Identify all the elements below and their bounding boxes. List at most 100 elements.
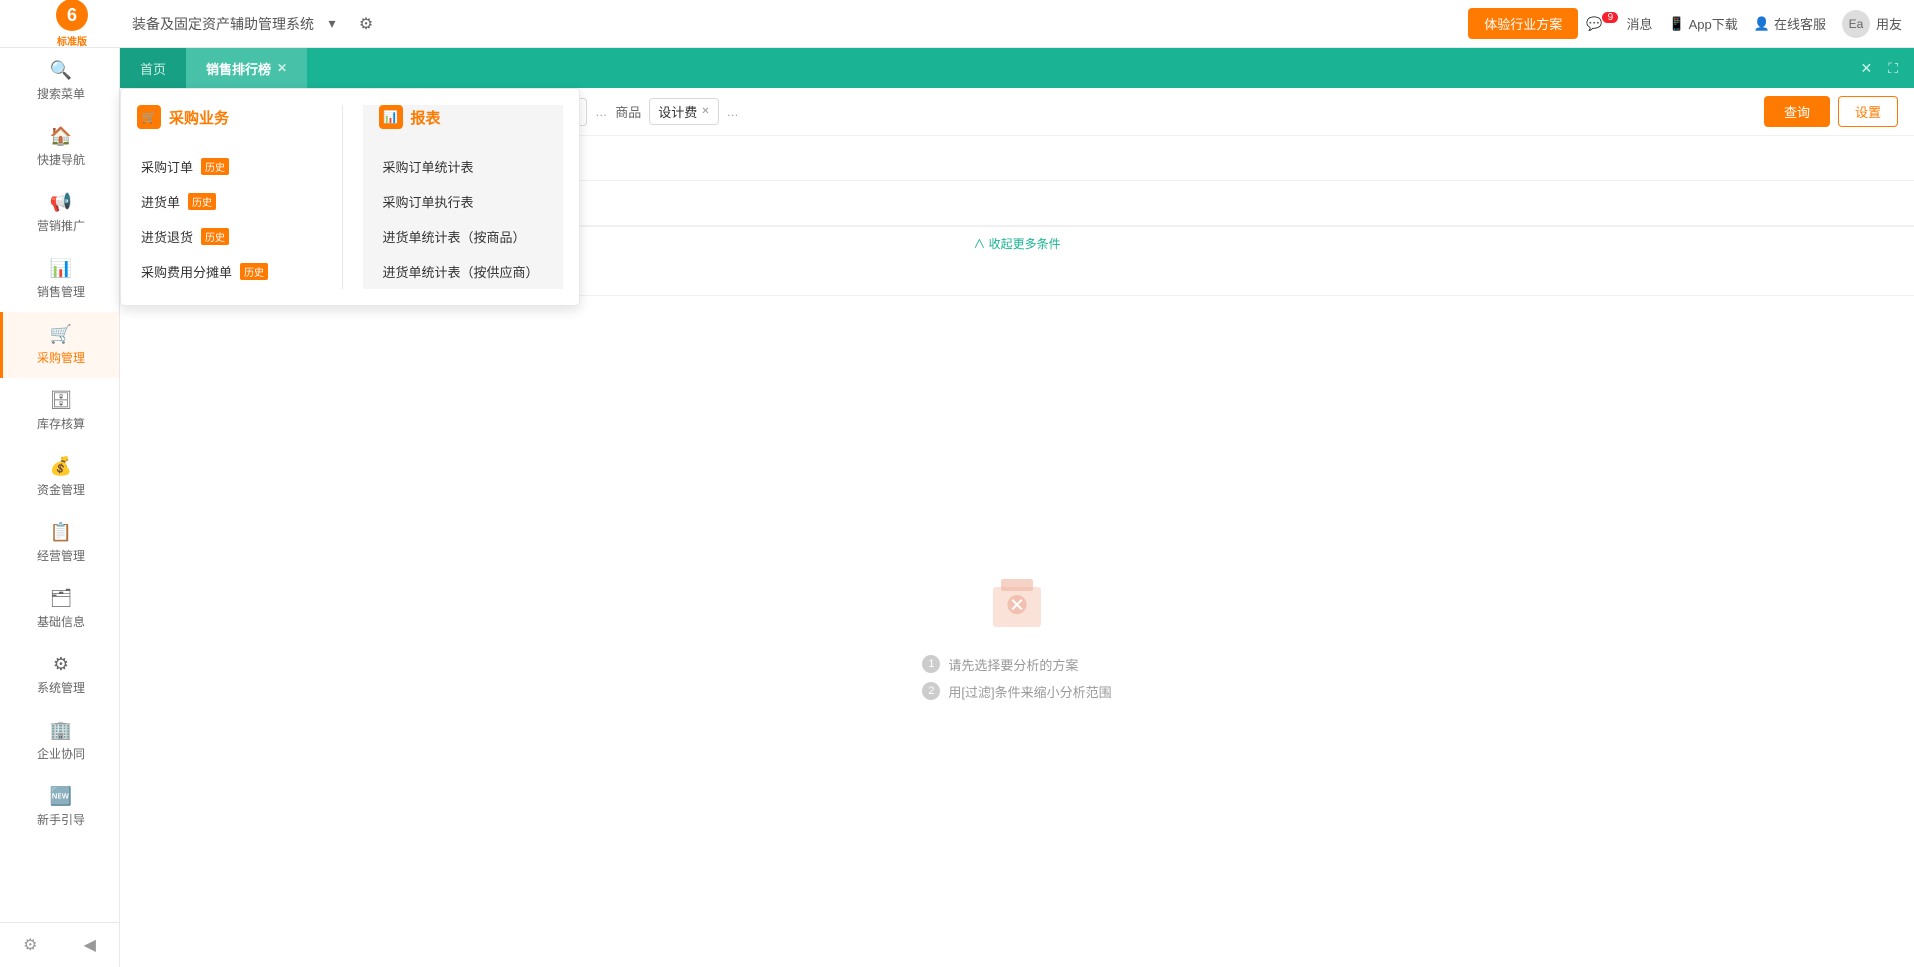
sidebar-item-guide[interactable]: 🆕 新手引导	[0, 774, 119, 840]
tab-sales-rank[interactable]: 销售排行榜 ✕	[186, 48, 307, 88]
dropdown-item-inbound-by-goods[interactable]: 进货单统计表（按商品）	[379, 219, 564, 254]
dropdown-item-inbound-by-supplier[interactable]: 进货单统计表（按供应商）	[379, 254, 564, 289]
goods-tag-area[interactable]: 设计费 ✕	[649, 98, 718, 125]
purchase-col-header: 🛒 采购业务	[137, 105, 322, 137]
history-badge-4: 历史	[240, 263, 268, 280]
empty-tip2: 2 用[过滤]条件来缩小分析范围	[922, 682, 1111, 701]
system-title-dropdown[interactable]: ▾	[322, 14, 342, 34]
inbound-by-supplier-label: 进货单统计表（按供应商）	[383, 262, 539, 281]
logo-subtitle: 标准版	[57, 33, 87, 48]
tab-home[interactable]: 首页	[120, 48, 186, 88]
sidebar-settings-icon[interactable]: ⚙	[23, 935, 37, 955]
report-col-header: 📊 报表	[379, 105, 564, 137]
settings-button[interactable]: 设置	[1838, 96, 1898, 127]
dropdown-item-order-exec[interactable]: 采购订单执行表	[379, 184, 564, 219]
sidebar-item-system[interactable]: ⚙ 系统管理	[0, 642, 119, 708]
capital-icon: 💰	[50, 456, 72, 477]
sidebar-label-nav: 快捷导航	[37, 151, 85, 168]
expense-label: 采购费用分摊单	[141, 262, 232, 281]
sidebar-item-purchase[interactable]: 🛒 采购管理	[0, 312, 119, 378]
sidebar-label-system: 系统管理	[37, 679, 85, 696]
inbound-by-goods-label: 进货单统计表（按商品）	[383, 227, 526, 246]
goods-label: 商品	[615, 102, 641, 121]
settings-icon[interactable]: ⚙	[350, 8, 382, 40]
tab-right-actions: ✕ ⛶	[1856, 56, 1914, 81]
sidebar-item-inventory[interactable]: 🗄 库存核算	[0, 378, 119, 444]
return-label: 进货退货	[141, 227, 193, 246]
search-icon: 🔍	[50, 60, 72, 81]
sidebar-label-capital: 资金管理	[37, 481, 85, 498]
purchase-dropdown-menu: 🛒 采购业务 采购订单 历史 进货单 历史 进货退货 历史 采购费用分摊单 历史…	[120, 88, 580, 306]
tab-fullscreen-icon[interactable]: ⛶	[1884, 56, 1902, 81]
report-col-icon: 📊	[379, 105, 403, 129]
message-badge: 9	[1602, 12, 1618, 23]
service-label: 在线客服	[1774, 14, 1826, 33]
inbound-label: 进货单	[141, 192, 180, 211]
goods-more[interactable]: …	[727, 105, 739, 119]
report-col: 📊 报表 采购订单统计表 采购订单执行表 进货单统计表（按商品） 进货单统计表（…	[363, 105, 564, 289]
dropdown-item-return[interactable]: 进货退货 历史	[137, 219, 322, 254]
sidebar-item-sales[interactable]: 📊 销售管理	[0, 246, 119, 312]
purchase-icon: 🛒	[50, 324, 72, 345]
user-area[interactable]: Ea 用友	[1842, 10, 1902, 38]
tab-sales-rank-label: 销售排行榜	[206, 59, 271, 78]
sidebar-item-enterprise[interactable]: 🏢 企业协同	[0, 708, 119, 774]
history-badge-3: 历史	[201, 228, 229, 245]
sidebar-item-marketing[interactable]: 📢 营销推广	[0, 180, 119, 246]
report-col-title: 报表	[411, 107, 441, 128]
filter-middle: 单据状态 ▾ … 商品 设计费 ✕ …	[407, 98, 1748, 126]
marketing-icon: 📢	[50, 192, 72, 213]
goods-tag-value: 设计费	[658, 102, 697, 121]
sidebar-label-guide: 新手引导	[37, 811, 85, 828]
sidebar-item-capital[interactable]: 💰 资金管理	[0, 444, 119, 510]
dropdown-item-order-stat[interactable]: 采购订单统计表	[379, 149, 564, 184]
sidebar-item-basic[interactable]: 🗂 基础信息	[0, 576, 119, 642]
purchase-col: 🛒 采购业务 采购订单 历史 进货单 历史 进货退货 历史 采购费用分摊单 历史	[137, 105, 322, 289]
order-stat-label: 采购订单统计表	[383, 157, 474, 176]
dropdown-item-purchase-order[interactable]: 采购订单 历史	[137, 149, 322, 184]
avatar: Ea	[1842, 10, 1870, 38]
sidebar-label-sales: 销售管理	[37, 283, 85, 300]
sidebar-label-basic: 基础信息	[37, 613, 85, 630]
history-badge-2: 历史	[188, 193, 216, 210]
sidebar-label-marketing: 营销推广	[37, 217, 85, 234]
sales-icon: 📊	[50, 258, 72, 279]
sidebar-label-operation: 经营管理	[37, 547, 85, 564]
empty-text: 1 请先选择要分析的方案 2 用[过滤]条件来缩小分析范围	[922, 655, 1111, 701]
purchase-col-icon: 🛒	[137, 105, 161, 129]
message-icon-area[interactable]: 💬 9 消息	[1586, 14, 1652, 33]
phone-icon: 📱	[1668, 16, 1684, 32]
tab-home-label: 首页	[140, 59, 166, 78]
purchase-order-label: 采购订单	[141, 157, 193, 176]
query-button[interactable]: 查询	[1764, 96, 1830, 127]
inventory-icon: 🗄	[50, 390, 73, 411]
sidebar-label-search: 搜索菜单	[37, 85, 85, 102]
sidebar-collapse-icon[interactable]: ◀	[84, 935, 96, 955]
sidebar-label-enterprise: 企业协同	[37, 745, 85, 762]
online-service-area[interactable]: 👤 在线客服	[1754, 14, 1826, 33]
sidebar: 🔍 搜索菜单 🏠 快捷导航 📢 营销推广 📊 销售管理 🛒 采购管理 🗄 库存核…	[0, 48, 120, 967]
trial-button[interactable]: 体验行业方案	[1468, 8, 1578, 39]
doc-status-more[interactable]: …	[595, 105, 607, 119]
app-download-area[interactable]: 📱 App下载	[1668, 14, 1737, 33]
logo-icon: 6	[56, 0, 88, 31]
tab-close-icon[interactable]: ✕	[277, 61, 287, 75]
system-title-area: 装备及固定资产辅助管理系统 ▾ ⚙	[132, 8, 1468, 40]
sidebar-bottom: ⚙ ◀	[0, 922, 119, 967]
dropdown-item-expense[interactable]: 采购费用分摊单 历史	[137, 254, 322, 289]
message-icon: 💬	[1586, 16, 1602, 32]
message-label: 消息	[1626, 14, 1652, 33]
sidebar-item-operation[interactable]: 📋 经营管理	[0, 510, 119, 576]
sidebar-item-nav[interactable]: 🏠 快捷导航	[0, 114, 119, 180]
sidebar-item-search[interactable]: 🔍 搜索菜单	[0, 48, 119, 114]
tab-close-window-icon[interactable]: ✕	[1856, 56, 1876, 81]
header: 6 标准版 装备及固定资产辅助管理系统 ▾ ⚙ 体验行业方案 💬 9 消息 📱 …	[0, 0, 1914, 48]
system-title: 装备及固定资产辅助管理系统	[132, 14, 314, 34]
empty-tip1: 1 请先选择要分析的方案	[922, 655, 1111, 674]
empty-state: 1 请先选择要分析的方案 2 用[过滤]条件来缩小分析范围	[120, 296, 1914, 967]
dropdown-item-inbound[interactable]: 进货单 历史	[137, 184, 322, 219]
user-label: 用友	[1876, 14, 1902, 33]
collapse-icon: ∧	[973, 237, 985, 251]
goods-tag-close[interactable]: ✕	[701, 106, 709, 117]
empty-illustration	[977, 563, 1057, 643]
